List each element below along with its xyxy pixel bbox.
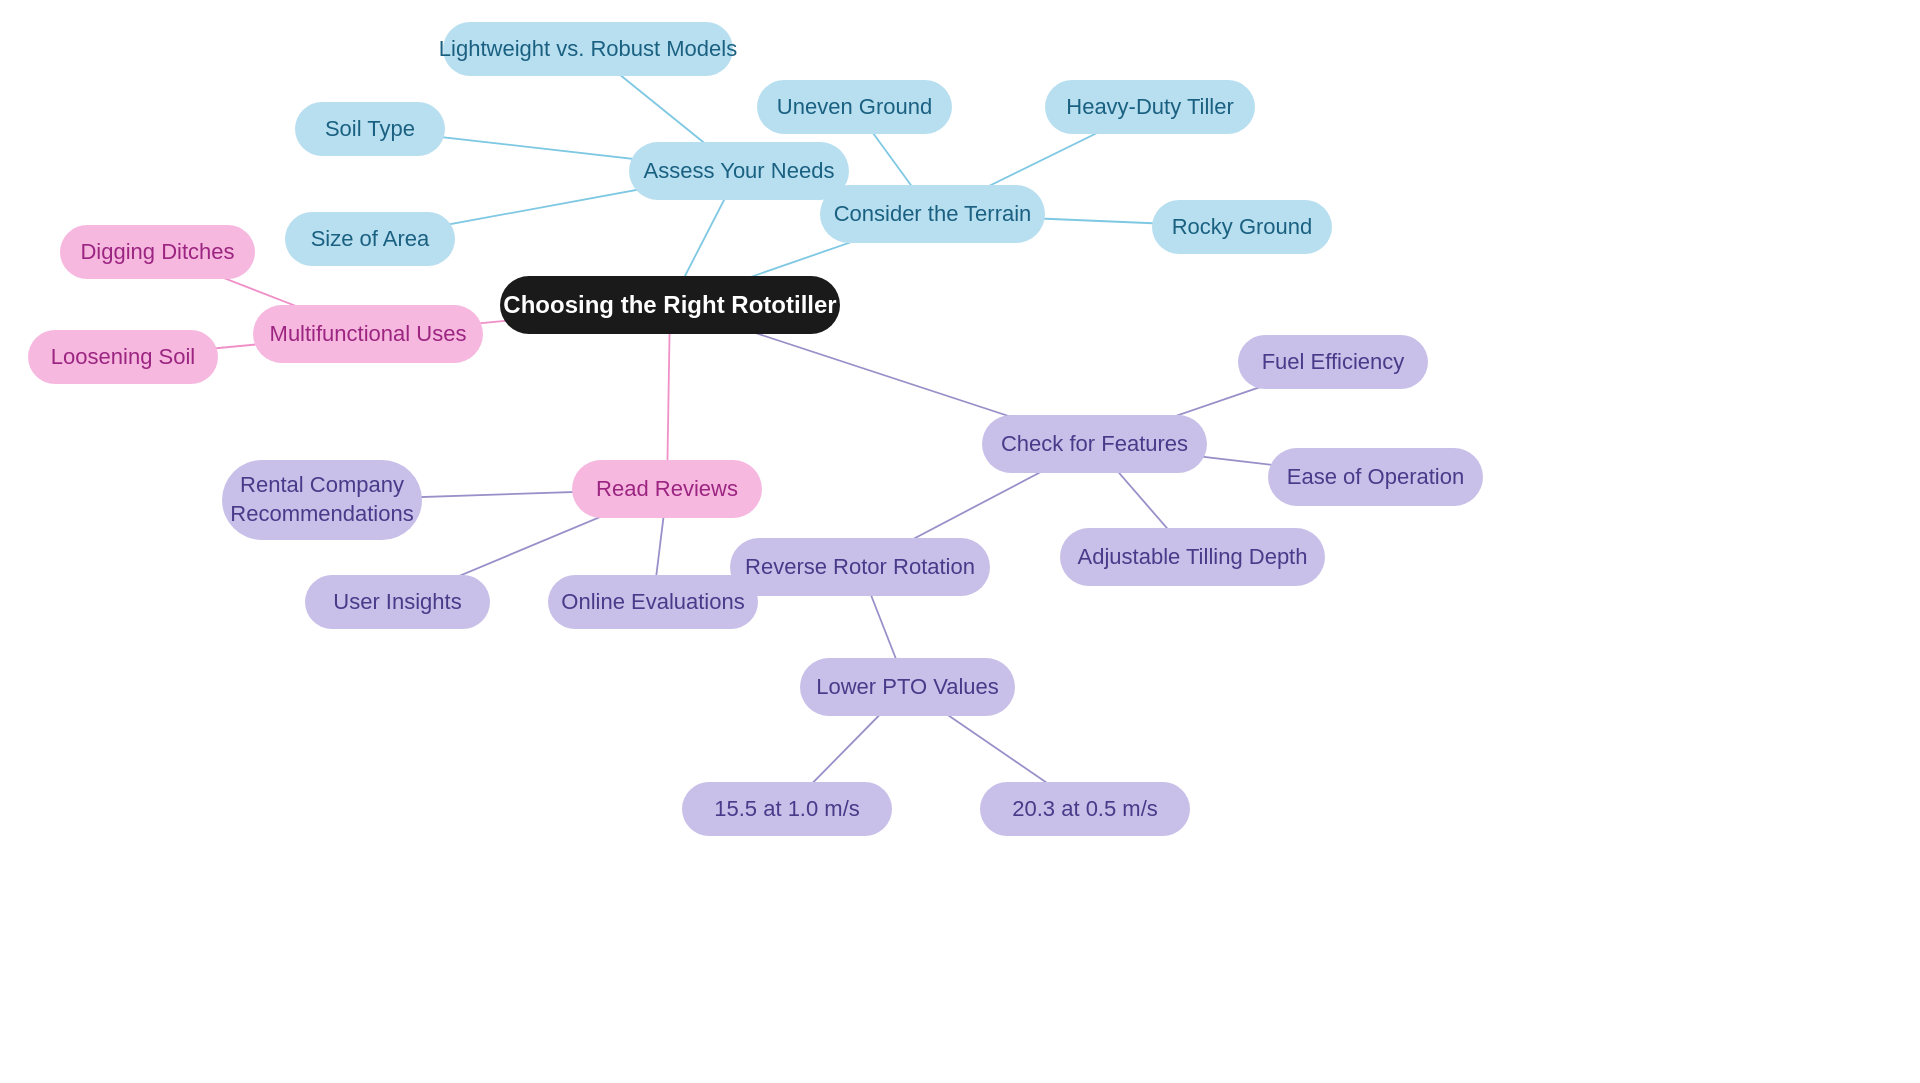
uneven-ground-node: Uneven Ground <box>757 80 952 134</box>
rental-company-label: Rental CompanyRecommendations <box>230 471 413 528</box>
value1-label: 15.5 at 1.0 m/s <box>714 796 860 822</box>
heavy-duty-tiller-label: Heavy-Duty Tiller <box>1066 94 1233 120</box>
online-evaluations-label: Online Evaluations <box>561 589 744 615</box>
uneven-ground-label: Uneven Ground <box>777 94 932 120</box>
value2-node: 20.3 at 0.5 m/s <box>980 782 1190 836</box>
center-label: Choosing the Right Rototiller <box>503 291 836 319</box>
lower-pto-label: Lower PTO Values <box>816 674 999 700</box>
soil-type-node: Soil Type <box>295 102 445 156</box>
ease-of-operation-label: Ease of Operation <box>1287 464 1464 490</box>
ease-of-operation-node: Ease of Operation <box>1268 448 1483 506</box>
lower-pto-node: Lower PTO Values <box>800 658 1015 716</box>
user-insights-label: User Insights <box>333 589 461 615</box>
loosening-soil-node: Loosening Soil <box>28 330 218 384</box>
read-reviews-node: Read Reviews <box>572 460 762 518</box>
loosening-soil-label: Loosening Soil <box>51 344 195 370</box>
fuel-efficiency-label: Fuel Efficiency <box>1262 349 1405 375</box>
user-insights-node: User Insights <box>305 575 490 629</box>
rocky-ground-node: Rocky Ground <box>1152 200 1332 254</box>
multifunctional-uses-label: Multifunctional Uses <box>270 321 467 347</box>
lightweight-robust-label: Lightweight vs. Robust Models <box>439 36 737 62</box>
consider-terrain-node: Consider the Terrain <box>820 185 1045 243</box>
reverse-rotor-node: Reverse Rotor Rotation <box>730 538 990 596</box>
fuel-efficiency-node: Fuel Efficiency <box>1238 335 1428 389</box>
check-for-features-label: Check for Features <box>1001 431 1188 457</box>
size-of-area-label: Size of Area <box>311 226 430 252</box>
multifunctional-uses-node: Multifunctional Uses <box>253 305 483 363</box>
assess-your-needs-label: Assess Your Needs <box>644 158 835 184</box>
rocky-ground-label: Rocky Ground <box>1172 214 1313 240</box>
check-for-features-node: Check for Features <box>982 415 1207 473</box>
read-reviews-label: Read Reviews <box>596 476 738 502</box>
soil-type-label: Soil Type <box>325 116 415 142</box>
size-of-area-node: Size of Area <box>285 212 455 266</box>
value2-label: 20.3 at 0.5 m/s <box>1012 796 1158 822</box>
lightweight-robust-node: Lightweight vs. Robust Models <box>443 22 733 76</box>
heavy-duty-tiller-node: Heavy-Duty Tiller <box>1045 80 1255 134</box>
digging-ditches-node: Digging Ditches <box>60 225 255 279</box>
value1-node: 15.5 at 1.0 m/s <box>682 782 892 836</box>
rental-company-node: Rental CompanyRecommendations <box>222 460 422 540</box>
consider-terrain-label: Consider the Terrain <box>834 201 1032 227</box>
assess-your-needs-node: Assess Your Needs <box>629 142 849 200</box>
digging-ditches-label: Digging Ditches <box>80 239 234 265</box>
reverse-rotor-label: Reverse Rotor Rotation <box>745 554 975 580</box>
center-node: Choosing the Right Rototiller <box>500 276 840 334</box>
adjustable-tilling-node: Adjustable Tilling Depth <box>1060 528 1325 586</box>
adjustable-tilling-label: Adjustable Tilling Depth <box>1078 544 1308 570</box>
online-evaluations-node: Online Evaluations <box>548 575 758 629</box>
